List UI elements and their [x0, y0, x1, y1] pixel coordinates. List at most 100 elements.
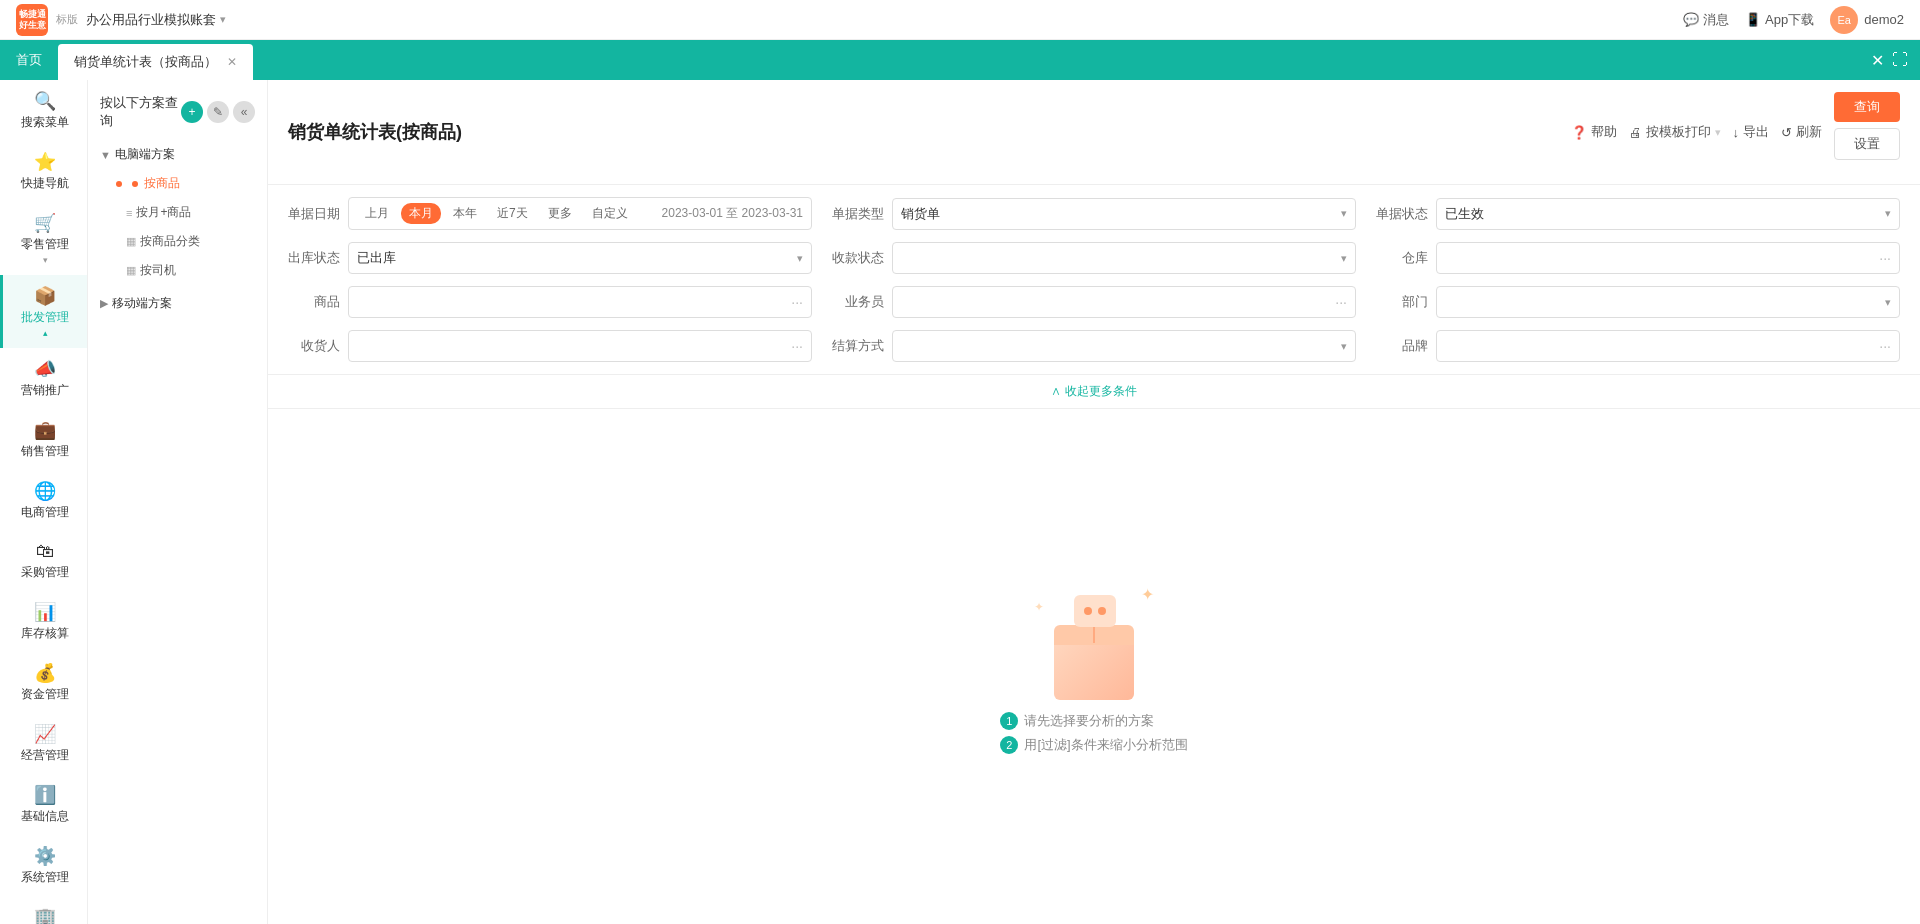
- date-tab-this-month[interactable]: 本月: [401, 203, 441, 224]
- sidebar-item-purchase[interactable]: 🛍 采购管理: [0, 531, 87, 591]
- doc-type-control[interactable]: 销货单 ▾: [892, 198, 1356, 230]
- finance-label: 资金管理: [21, 686, 69, 703]
- doc-type-chevron: ▾: [1341, 207, 1347, 220]
- filter-dept: 部门 ▾: [1376, 286, 1900, 318]
- brand-dots[interactable]: ···: [1879, 338, 1891, 354]
- mobile-scheme-group: ▶ 移动端方案: [88, 289, 267, 318]
- purchase-icon: 🛍: [36, 541, 54, 562]
- sparkle-1: ✦: [1141, 585, 1154, 604]
- refresh-btn[interactable]: ↺ 刷新: [1781, 123, 1822, 141]
- message-btn[interactable]: 💬 消息: [1683, 11, 1729, 29]
- desktop-group-label: 电脑端方案: [115, 146, 175, 163]
- settings-button[interactable]: 设置: [1834, 128, 1900, 160]
- marketing-icon: 📣: [34, 358, 56, 380]
- tab-close-btn[interactable]: ✕: [227, 55, 237, 69]
- app-logo: 畅捷通好生意: [16, 4, 48, 36]
- tab-home[interactable]: 首页: [0, 40, 58, 80]
- dept-control[interactable]: ▾: [1436, 286, 1900, 318]
- brand-control[interactable]: ···: [1436, 330, 1900, 362]
- sidebar-item-wholesale[interactable]: 📦 批发管理 ▴: [0, 275, 87, 348]
- warehouse-dots[interactable]: ···: [1879, 250, 1891, 266]
- print-btn[interactable]: 🖨 按模板打印 ▾: [1629, 123, 1721, 141]
- app-download-btn[interactable]: 📱 App下载: [1745, 11, 1814, 29]
- tab-expand-btn[interactable]: ⛶: [1892, 51, 1908, 69]
- filter-row-1: 单据日期 上月 本月 本年 近7天 更多 自定义 2023-03-01 至 20…: [288, 197, 1900, 230]
- retail-label: 零售管理: [21, 236, 69, 253]
- box-top: [1054, 625, 1134, 645]
- account-dropdown[interactable]: 办公用品行业模拟账套 ▾: [86, 11, 226, 29]
- empty-hint-2: 2 用[过滤]条件来缩小分析范围: [1000, 736, 1187, 754]
- tab-sales-stats[interactable]: 销货单统计表（按商品） ✕: [58, 44, 253, 80]
- date-tab-custom[interactable]: 自定义: [584, 203, 636, 224]
- tab-close-all-btn[interactable]: ✕: [1871, 51, 1884, 70]
- filter-row-2: 出库状态 已出库 ▾ 收款状态 ▾: [288, 242, 1900, 274]
- scheme-by-cashier[interactable]: ▦ 按司机: [88, 256, 267, 285]
- sales-stats-tab-label: 销货单统计表（按商品）: [74, 53, 217, 71]
- query-button[interactable]: 查询: [1834, 92, 1900, 122]
- filter-payment-status: 收款状态 ▾: [832, 242, 1356, 274]
- desktop-scheme-header[interactable]: ▼ 电脑端方案: [88, 140, 267, 169]
- goods-control[interactable]: ···: [348, 286, 812, 318]
- sales-label: 销售管理: [21, 443, 69, 460]
- doc-status-chevron: ▾: [1885, 207, 1891, 220]
- marketing-label: 营销推广: [21, 382, 69, 399]
- out-status-control[interactable]: 已出库 ▾: [348, 242, 812, 274]
- scheme-by-category[interactable]: ▦ 按商品分类: [88, 227, 267, 256]
- sidebar-item-system[interactable]: ⚙️ 系统管理: [0, 835, 87, 896]
- scheme-cashier-icon: ▦: [126, 264, 136, 277]
- scheme-by-month-goods[interactable]: ≡ 按月+商品: [88, 198, 267, 227]
- tabbar: 首页 销货单统计表（按商品） ✕ ✕ ⛶: [0, 40, 1920, 80]
- date-tab-more[interactable]: 更多: [540, 203, 580, 224]
- sidebar-item-sales[interactable]: 💼 销售管理: [0, 409, 87, 470]
- sidebar-item-ecommerce[interactable]: 🌐 电商管理: [0, 470, 87, 531]
- sidebar-item-marketing[interactable]: 📣 营销推广: [0, 348, 87, 409]
- out-status-value: 已出库: [357, 249, 396, 267]
- sidebar-item-enterprise[interactable]: 🏢 企业协同: [0, 896, 87, 924]
- scheme-by-goods[interactable]: 按商品: [88, 169, 267, 198]
- add-scheme-btn[interactable]: +: [181, 101, 203, 123]
- help-btn[interactable]: ❓ 帮助: [1571, 123, 1617, 141]
- sidebar-search[interactable]: 🔍 搜索菜单: [0, 80, 87, 141]
- date-control[interactable]: 上月 本月 本年 近7天 更多 自定义 2023-03-01 至 2023-03…: [348, 197, 812, 230]
- sidebar-quick-nav[interactable]: ⭐ 快捷导航: [0, 141, 87, 202]
- filter-recipient: 收货人 ···: [288, 330, 812, 362]
- staff-control[interactable]: ···: [892, 286, 1356, 318]
- date-tab-this-year[interactable]: 本年: [445, 203, 485, 224]
- goods-dots[interactable]: ···: [791, 294, 803, 310]
- payment-method-control[interactable]: ▾: [892, 330, 1356, 362]
- user-menu[interactable]: Ea demo2: [1830, 6, 1904, 34]
- sidebar-item-retail[interactable]: 🛒 零售管理 ▾: [0, 202, 87, 275]
- payment-status-control[interactable]: ▾: [892, 242, 1356, 274]
- sidebar-item-ops[interactable]: 📈 经营管理: [0, 713, 87, 774]
- export-icon: ↓: [1733, 125, 1740, 140]
- sidebar-item-basic[interactable]: ℹ️ 基础信息: [0, 774, 87, 835]
- page-header: 销货单统计表(按商品) ❓ 帮助 🖨 按模板打印 ▾ ↓ 导出: [268, 80, 1920, 185]
- warehouse-control[interactable]: ···: [1436, 242, 1900, 274]
- doc-status-control[interactable]: 已生效 ▾: [1436, 198, 1900, 230]
- system-label: 系统管理: [21, 869, 69, 886]
- collapse-bar[interactable]: ∧ 收起更多条件: [268, 375, 1920, 409]
- inventory-icon: 📊: [34, 601, 56, 623]
- ecommerce-label: 电商管理: [21, 504, 69, 521]
- payment-method-label: 结算方式: [832, 337, 892, 355]
- recipient-control[interactable]: ···: [348, 330, 812, 362]
- collapse-label: ∧ 收起更多条件: [1051, 384, 1136, 398]
- sidebar-item-inventory[interactable]: 📊 库存核算: [0, 591, 87, 652]
- edit-scheme-btn[interactable]: ✎: [207, 101, 229, 123]
- robot-eye-right: [1098, 607, 1106, 615]
- mobile-scheme-header[interactable]: ▶ 移动端方案: [88, 289, 267, 318]
- empty-state: ✦ ✦ 1 请先选择要分析的方案 2 用[过滤]条件来缩小分析范围: [268, 409, 1920, 924]
- date-tab-7days[interactable]: 近7天: [489, 203, 536, 224]
- sidebar-item-finance[interactable]: 💰 资金管理: [0, 652, 87, 713]
- collapse-panel-btn[interactable]: «: [233, 101, 255, 123]
- hint-num-1: 1: [1000, 712, 1018, 730]
- export-btn[interactable]: ↓ 导出: [1733, 123, 1770, 141]
- payment-method-chevron: ▾: [1341, 340, 1347, 353]
- date-tab-last-month[interactable]: 上月: [357, 203, 397, 224]
- finance-icon: 💰: [34, 662, 56, 684]
- staff-dots[interactable]: ···: [1335, 294, 1347, 310]
- sparkle-2: ✦: [1034, 600, 1044, 614]
- filter-doc-status: 单据状态 已生效 ▾: [1376, 198, 1900, 230]
- date-label: 单据日期: [288, 205, 348, 223]
- recipient-dots[interactable]: ···: [791, 338, 803, 354]
